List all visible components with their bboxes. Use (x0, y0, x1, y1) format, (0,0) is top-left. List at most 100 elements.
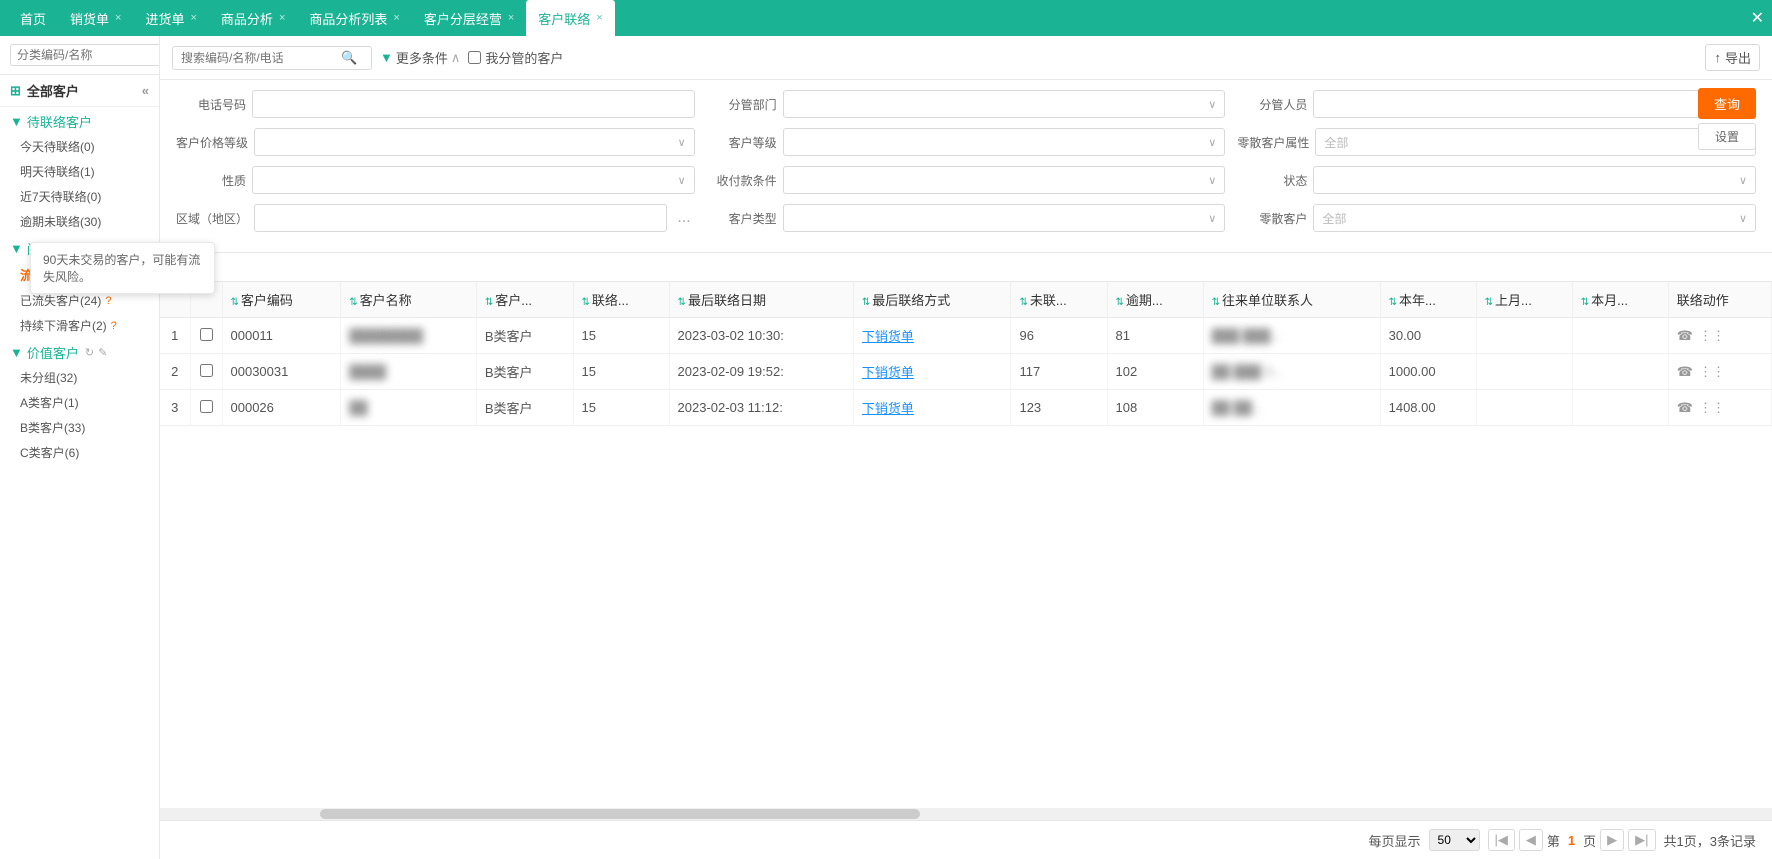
sort-icon-type[interactable]: ⇅ (485, 297, 493, 308)
sidebar-group-pending-contact[interactable]: ▼ 待联络客户 (0, 107, 159, 134)
row-check-2[interactable] (200, 364, 213, 377)
sidebar-item-today-contact[interactable]: 今天待联络(0) (0, 134, 159, 159)
sort-icon-tm[interactable]: ⇅ (1581, 297, 1589, 308)
method-link-1[interactable]: 下销货单 (862, 329, 914, 344)
search-input-wrap[interactable]: 🔍 (172, 46, 372, 70)
row-checkbox-1[interactable] (190, 318, 222, 354)
window-close-icon[interactable]: ✕ (1751, 8, 1764, 28)
nav-customer-contact[interactable]: 客户联络 × (526, 0, 614, 36)
sort-icon-overdue[interactable]: ⇅ (1116, 297, 1124, 308)
department-select[interactable]: ∨ (783, 90, 1226, 118)
row-year-3: 1408.00 (1380, 390, 1476, 426)
sort-icon-contact[interactable]: ⇅ (582, 297, 590, 308)
col-this-year: ⇅本年... (1380, 282, 1476, 318)
nav-customer-segment[interactable]: 客户分层经营 × (412, 0, 526, 36)
horizontal-scrollbar[interactable] (160, 808, 1772, 820)
chevron-down-icon-level: ∨ (1208, 136, 1216, 149)
sort-icon-code[interactable]: ⇅ (231, 297, 239, 308)
row-check-3[interactable] (200, 400, 213, 413)
filter-row-3: 性质 ∨ 收付款条件 ∨ 状态 (176, 166, 1756, 194)
nature-select[interactable]: ∨ (252, 166, 695, 194)
payment-select[interactable]: ∨ (783, 166, 1226, 194)
customer-type-select[interactable]: ∨ (783, 204, 1226, 232)
prev-page-btn[interactable]: ◀ (1519, 829, 1543, 851)
customer-level-select[interactable]: ∨ (783, 128, 1226, 156)
method-link-3[interactable]: 下销货单 (862, 401, 914, 416)
sidebar-group-value-customers[interactable]: ▼ 价值客户 ↻ ✎ (0, 338, 159, 365)
method-link-2[interactable]: 下销货单 (862, 365, 914, 380)
refresh-icon[interactable]: ↻ (85, 346, 94, 359)
nav-close-customer-contact[interactable]: × (596, 12, 602, 24)
region-select[interactable] (254, 204, 667, 232)
sidebar-all-customers[interactable]: ⊞ 全部客户 « (0, 75, 159, 107)
row-action-1: ☎ ⋮⋮ (1668, 318, 1771, 354)
phone-input[interactable] (252, 90, 695, 118)
sidebar-item-7days-contact[interactable]: 近7天待联络(0) (0, 184, 159, 209)
sidebar-item-ungroups[interactable]: 未分组(32) (0, 365, 159, 390)
row-name-2: ████ (341, 354, 477, 390)
customer-type-label: 客户类型 (707, 210, 777, 227)
current-page-num: 1 (1568, 833, 1575, 848)
sidebar-item-class-b[interactable]: B类客户(33) (0, 415, 159, 440)
row-check-1[interactable] (200, 328, 213, 341)
per-page-select[interactable]: 50 100 200 (1429, 829, 1480, 851)
sidebar-item-overdue-contact[interactable]: 逾期未联络(30) (0, 209, 159, 234)
my-customers-check[interactable] (468, 51, 481, 64)
scrollbar-thumb[interactable] (320, 809, 920, 819)
sort-icon-unit[interactable]: ⇅ (1212, 297, 1220, 308)
nav-close-product-analysis-list[interactable]: × (393, 12, 399, 24)
action-phone-icon-1[interactable]: ☎ (1677, 328, 1693, 344)
content-area: 🔍 ▼ 更多条件 ∧ 我分管的客户 ↑ 导出 电话号码 (160, 36, 1772, 859)
action-more-icon-2[interactable]: ⋮⋮ (1699, 364, 1725, 380)
sort-icon-date[interactable]: ⇅ (678, 297, 686, 308)
first-page-btn[interactable]: |◀ (1488, 829, 1515, 851)
query-button[interactable]: 查询 (1698, 88, 1756, 119)
my-customers-checkbox[interactable]: 我分管的客户 (468, 48, 563, 67)
settings-button[interactable]: 设置 (1698, 123, 1756, 150)
next-page-btn[interactable]: ▶ (1600, 829, 1624, 851)
nav-close-purchase-order[interactable]: × (190, 12, 196, 24)
sidebar-search-input[interactable] (10, 44, 160, 66)
sort-icon-method[interactable]: ⇅ (862, 297, 870, 308)
person-select[interactable]: ∨ (1313, 90, 1728, 118)
action-phone-icon-3[interactable]: ☎ (1677, 400, 1693, 416)
action-phone-icon-2[interactable]: ☎ (1677, 364, 1693, 380)
sidebar-item-class-a[interactable]: A类客户(1) (0, 390, 159, 415)
nav-product-analysis-list[interactable]: 商品分析列表 × (297, 0, 411, 36)
main-search-icon[interactable]: 🔍 (341, 50, 357, 66)
nav-close-customer-segment[interactable]: × (508, 12, 514, 24)
chevron-down-icon-nature: ∨ (678, 174, 686, 187)
last-page-btn[interactable]: ▶| (1628, 829, 1655, 851)
sidebar-item-tomorrow-contact[interactable]: 明天待联络(1) (0, 159, 159, 184)
sort-icon-lm[interactable]: ⇅ (1485, 297, 1493, 308)
row-unit-1: ███ ███... (1203, 318, 1380, 354)
zero-customer-select[interactable]: 全部 ∨ (1313, 204, 1756, 232)
nav-sales-order[interactable]: 销货单 × (58, 0, 133, 36)
sort-icon-year[interactable]: ⇅ (1389, 297, 1397, 308)
edit-group-icon[interactable]: ✎ (98, 346, 107, 359)
row-checkbox-2[interactable] (190, 354, 222, 390)
row-year-2: 1000.00 (1380, 354, 1476, 390)
nav-home[interactable]: 首页 (8, 0, 58, 36)
row-overdue-2: 102 (1107, 354, 1203, 390)
nav-product-analysis[interactable]: 商品分析 × (209, 0, 297, 36)
sort-icon-not[interactable]: ⇅ (1019, 297, 1027, 308)
sidebar-item-class-c[interactable]: C类客户(6) (0, 440, 159, 465)
nav-close-product-analysis[interactable]: × (279, 12, 285, 24)
main-search-input[interactable] (181, 51, 341, 65)
nav-close-sales-order[interactable]: × (115, 12, 121, 24)
status-select[interactable]: ∨ (1313, 166, 1756, 194)
nav-purchase-order[interactable]: 进货单 × (133, 0, 208, 36)
action-more-icon-3[interactable]: ⋮⋮ (1699, 400, 1725, 416)
zero-attribute-select[interactable]: 全部 ∨ (1315, 128, 1756, 156)
row-method-1: 下销货单 (853, 318, 1011, 354)
table-footer: 每页显示 50 100 200 |◀ ◀ 第 1 页 ▶ ▶| 共1页，3条记录 (160, 820, 1772, 859)
price-level-select[interactable]: ∨ (254, 128, 695, 156)
export-button[interactable]: ↑ 导出 (1705, 44, 1760, 71)
sidebar-item-declining[interactable]: 持续下滑客户(2) ? (0, 313, 159, 338)
sort-icon-name[interactable]: ⇅ (349, 297, 357, 308)
row-checkbox-3[interactable] (190, 390, 222, 426)
more-conditions-btn[interactable]: ▼ 更多条件 ∧ (380, 48, 460, 67)
action-more-icon-1[interactable]: ⋮⋮ (1699, 328, 1725, 344)
region-more-btn[interactable]: ... (673, 209, 694, 227)
